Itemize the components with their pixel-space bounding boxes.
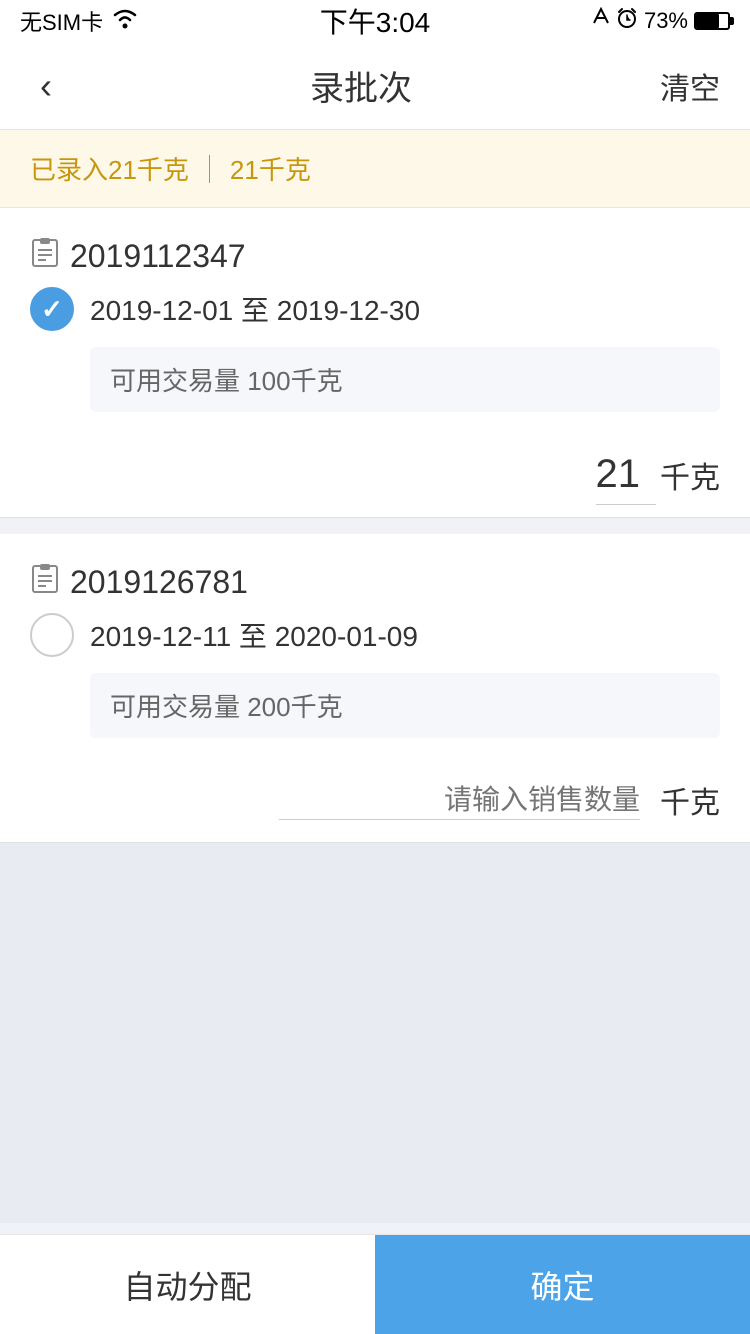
auto-distribute-button[interactable]: 自动分配 (0, 1235, 375, 1334)
batch-card-2: 2019126781 2019-12-11 至 2020-01-09 可用交易量… (0, 534, 750, 758)
nav-bar: ‹ 录批次 清空 (0, 42, 750, 130)
bottom-bar: 自动分配 确定 (0, 1234, 750, 1334)
status-left: 无SIM卡 (20, 5, 139, 37)
battery-icon (694, 12, 730, 30)
batch-1-unit: 千克 (660, 453, 720, 497)
status-time: 下午3:04 (320, 1, 431, 41)
battery-percent: 73% (644, 8, 688, 34)
batch-2-quantity-input[interactable] (279, 784, 640, 816)
alarm-icon (616, 7, 638, 35)
confirm-button[interactable]: 确定 (375, 1235, 750, 1334)
batch-1-quantity-row: 21 千克 (0, 432, 750, 518)
batch-1-radio[interactable] (30, 287, 74, 331)
batch-2-unit: 千克 (660, 778, 720, 822)
batch-1-icon (30, 238, 60, 275)
gray-area (0, 843, 750, 1223)
batch-card-1: 2019112347 2019-12-01 至 2019-12-30 可用交易量… (0, 208, 750, 432)
batch-1-date: 2019-12-01 至 2019-12-30 (90, 289, 420, 329)
main-content: 2019112347 2019-12-01 至 2019-12-30 可用交易量… (0, 208, 750, 1223)
wifi-icon (111, 7, 139, 35)
batch-2-date: 2019-12-11 至 2020-01-09 (90, 615, 418, 655)
page-title: 录批次 (310, 61, 412, 110)
batch-2-input-row: 千克 (0, 758, 750, 843)
batch-1-quantity-value: 21 (596, 452, 641, 497)
recorded-label: 已录入21千克 (30, 150, 189, 187)
clear-button[interactable]: 清空 (660, 64, 720, 108)
back-button[interactable]: ‹ (30, 55, 62, 117)
recorded-value: 21千克 (230, 150, 311, 187)
status-bar: 无SIM卡 下午3:04 73% (0, 0, 750, 42)
batch-2-date-row[interactable]: 2019-12-11 至 2020-01-09 (30, 613, 720, 657)
status-right: 73% (592, 7, 730, 35)
info-banner: 已录入21千克 21千克 (0, 130, 750, 208)
sim-text: 无SIM卡 (20, 5, 103, 37)
batch-2-radio[interactable] (30, 613, 74, 657)
batch-2-header: 2019126781 (30, 564, 720, 601)
batch-1-date-row[interactable]: 2019-12-01 至 2019-12-30 (30, 287, 720, 331)
batch-2-icon (30, 564, 60, 601)
batch-1-id: 2019112347 (70, 238, 246, 275)
location-icon (592, 7, 610, 35)
batch-1-header: 2019112347 (30, 238, 720, 275)
batch-2-availability: 可用交易量 200千克 (90, 673, 720, 738)
batch-1-availability: 可用交易量 100千克 (90, 347, 720, 412)
section-divider (0, 518, 750, 534)
batch-2-id: 2019126781 (70, 564, 248, 601)
banner-divider (209, 155, 210, 183)
